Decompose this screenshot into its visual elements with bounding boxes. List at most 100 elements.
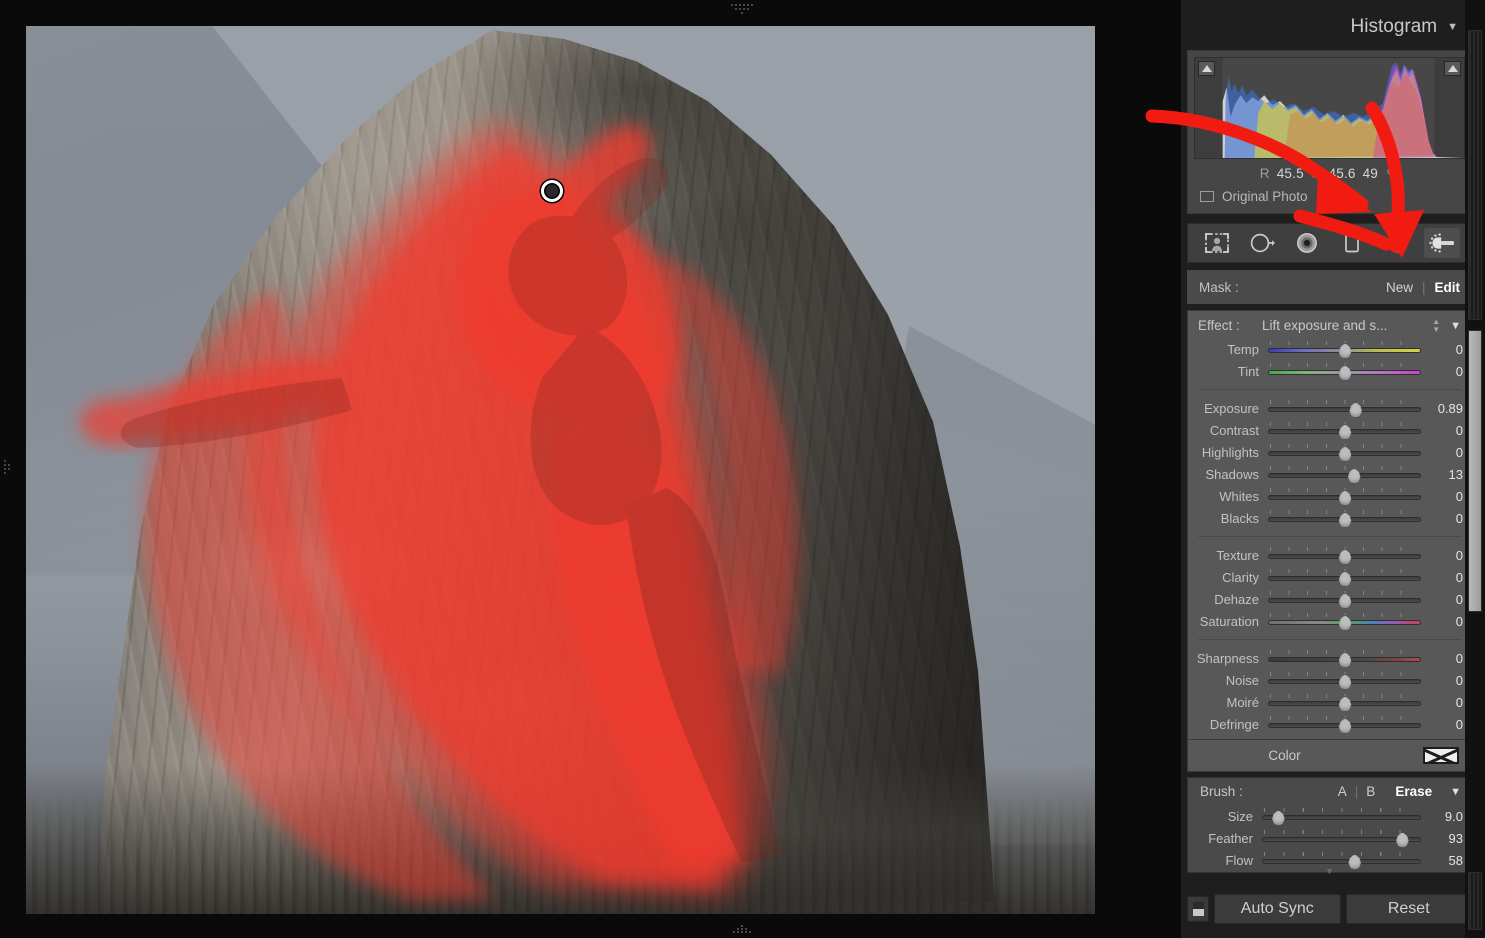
slider-track[interactable] bbox=[1268, 421, 1421, 440]
bottom-panel-drag-handle[interactable] bbox=[729, 925, 757, 934]
scrollbar-thumb[interactable] bbox=[1468, 330, 1482, 612]
select-sky-icon[interactable] bbox=[1289, 228, 1325, 258]
slider-temp[interactable]: Temp 0 bbox=[1188, 338, 1471, 360]
slider-handle[interactable] bbox=[1338, 424, 1352, 440]
slider-exposure[interactable]: Exposure 0.89 bbox=[1188, 397, 1471, 419]
slider-track[interactable] bbox=[1268, 340, 1421, 359]
slider-handle[interactable] bbox=[1338, 490, 1352, 506]
slider-moir-[interactable]: Moiré 0 bbox=[1188, 691, 1471, 713]
slider-texture[interactable]: Texture 0 bbox=[1188, 544, 1471, 566]
brush-dropdown-icon[interactable]: ▼ bbox=[1450, 786, 1461, 798]
slider-value[interactable]: 0 bbox=[1421, 423, 1463, 438]
slider-handle[interactable] bbox=[1338, 549, 1352, 565]
left-panel-expand-arrow[interactable] bbox=[4, 460, 13, 476]
vertical-scrollbar[interactable] bbox=[1465, 0, 1485, 938]
shadow-clipping-icon[interactable] bbox=[1198, 61, 1215, 76]
slider-handle[interactable] bbox=[1338, 446, 1352, 462]
slider-highlights[interactable]: Highlights 0 bbox=[1188, 441, 1471, 463]
slider-track[interactable] bbox=[1268, 465, 1421, 484]
histogram-graph[interactable] bbox=[1194, 57, 1465, 159]
select-objects-icon[interactable] bbox=[1244, 228, 1280, 258]
slider-noise[interactable]: Noise 0 bbox=[1188, 669, 1471, 691]
auto-sync-button[interactable]: Auto Sync bbox=[1214, 894, 1341, 924]
slider-value[interactable]: 0 bbox=[1421, 717, 1463, 732]
slider-track[interactable] bbox=[1262, 851, 1421, 870]
original-photo-toggle[interactable]: Original Photo bbox=[1194, 181, 1465, 205]
slider-track[interactable] bbox=[1268, 649, 1421, 668]
slider-handle[interactable] bbox=[1338, 652, 1352, 668]
slider-tint[interactable]: Tint 0 bbox=[1188, 360, 1471, 382]
slider-sharpness[interactable]: Sharpness 0 bbox=[1188, 647, 1471, 669]
slider-track[interactable] bbox=[1268, 443, 1421, 462]
highlight-clipping-icon[interactable] bbox=[1444, 61, 1461, 76]
slider-track[interactable] bbox=[1268, 487, 1421, 506]
stepper-up-down-icon[interactable]: ▲ ▼ bbox=[1432, 317, 1440, 333]
slider-handle[interactable] bbox=[1338, 593, 1352, 609]
mask-edit-button[interactable]: Edit bbox=[1435, 280, 1461, 295]
linear-gradient-icon[interactable] bbox=[1334, 228, 1370, 258]
histogram-header[interactable]: Histogram ▼ bbox=[1181, 0, 1478, 50]
slider-handle[interactable] bbox=[1347, 468, 1361, 484]
slider-value[interactable]: 0 bbox=[1421, 364, 1463, 379]
slider-value[interactable]: 0 bbox=[1421, 445, 1463, 460]
slider-track[interactable] bbox=[1268, 546, 1421, 565]
slider-value[interactable]: 0 bbox=[1421, 570, 1463, 585]
slider-handle[interactable] bbox=[1338, 512, 1352, 528]
slider-defringe[interactable]: Defringe 0 bbox=[1188, 713, 1471, 735]
slider-handle[interactable] bbox=[1338, 718, 1352, 734]
color-row[interactable]: Color bbox=[1187, 740, 1472, 772]
slider-handle[interactable] bbox=[1349, 402, 1363, 418]
slider-track[interactable] bbox=[1268, 509, 1421, 528]
brush-b-button[interactable]: B bbox=[1366, 784, 1375, 799]
slider-shadows[interactable]: Shadows 13 bbox=[1188, 463, 1471, 485]
slider-contrast[interactable]: Contrast 0 bbox=[1188, 419, 1471, 441]
slider-value[interactable]: 0.89 bbox=[1421, 401, 1463, 416]
brush-erase-button[interactable]: Erase bbox=[1395, 784, 1432, 799]
slider-handle[interactable] bbox=[1348, 854, 1362, 870]
slider-value[interactable]: 0 bbox=[1421, 342, 1463, 357]
no-color-swatch-icon[interactable] bbox=[1423, 747, 1459, 764]
image-canvas[interactable] bbox=[26, 26, 1095, 914]
slider-saturation[interactable]: Saturation 0 bbox=[1188, 610, 1471, 632]
slider-handle[interactable] bbox=[1338, 571, 1352, 587]
select-subject-icon[interactable] bbox=[1199, 228, 1235, 258]
scrollbar-track-upper[interactable] bbox=[1468, 30, 1482, 320]
slider-dehaze[interactable]: Dehaze 0 bbox=[1188, 588, 1471, 610]
slider-blacks[interactable]: Blacks 0 bbox=[1188, 507, 1471, 529]
slider-handle[interactable] bbox=[1338, 696, 1352, 712]
slider-value[interactable]: 0 bbox=[1421, 673, 1463, 688]
slider-handle[interactable] bbox=[1272, 810, 1285, 826]
slider-track[interactable] bbox=[1262, 829, 1421, 848]
slider-value[interactable]: 9.0 bbox=[1421, 809, 1463, 824]
slider-track[interactable] bbox=[1268, 671, 1421, 690]
slider-value[interactable]: 0 bbox=[1421, 651, 1463, 666]
auto-sync-toggle-icon[interactable] bbox=[1187, 896, 1209, 922]
brush-icon[interactable] bbox=[1424, 228, 1461, 258]
slider-track[interactable] bbox=[1268, 715, 1421, 734]
slider-value[interactable]: 93 bbox=[1421, 831, 1463, 846]
slider-handle[interactable] bbox=[1338, 365, 1352, 381]
mask-new-button[interactable]: New bbox=[1386, 280, 1413, 295]
reset-button[interactable]: Reset bbox=[1345, 894, 1472, 924]
slider-handle[interactable] bbox=[1338, 674, 1352, 690]
scrollbar-track-lower[interactable] bbox=[1468, 872, 1482, 930]
slider-value[interactable]: 0 bbox=[1421, 695, 1463, 710]
slider-handle[interactable] bbox=[1338, 343, 1352, 359]
radial-gradient-icon[interactable] bbox=[1379, 228, 1415, 258]
chevron-down-icon[interactable]: ▼ bbox=[1447, 21, 1458, 33]
checkbox-icon[interactable] bbox=[1200, 191, 1214, 202]
slider-value[interactable]: 58 bbox=[1421, 853, 1463, 868]
slider-value[interactable]: 0 bbox=[1421, 489, 1463, 504]
slider-track[interactable] bbox=[1268, 568, 1421, 587]
slider-value[interactable]: 0 bbox=[1421, 548, 1463, 563]
slider-whites[interactable]: Whites 0 bbox=[1188, 485, 1471, 507]
slider-track[interactable] bbox=[1262, 807, 1421, 826]
slider-handle[interactable] bbox=[1396, 832, 1409, 848]
effect-dropdown-icon[interactable]: ▼ bbox=[1450, 320, 1461, 332]
effect-value[interactable]: Lift exposure and s... bbox=[1262, 318, 1426, 333]
panel-collapse-caret-icon[interactable]: ▼ bbox=[1325, 866, 1334, 876]
slider-value[interactable]: 0 bbox=[1421, 614, 1463, 629]
slider-track[interactable] bbox=[1268, 362, 1421, 381]
slider-value[interactable]: 13 bbox=[1421, 467, 1463, 482]
slider-value[interactable]: 0 bbox=[1421, 592, 1463, 607]
